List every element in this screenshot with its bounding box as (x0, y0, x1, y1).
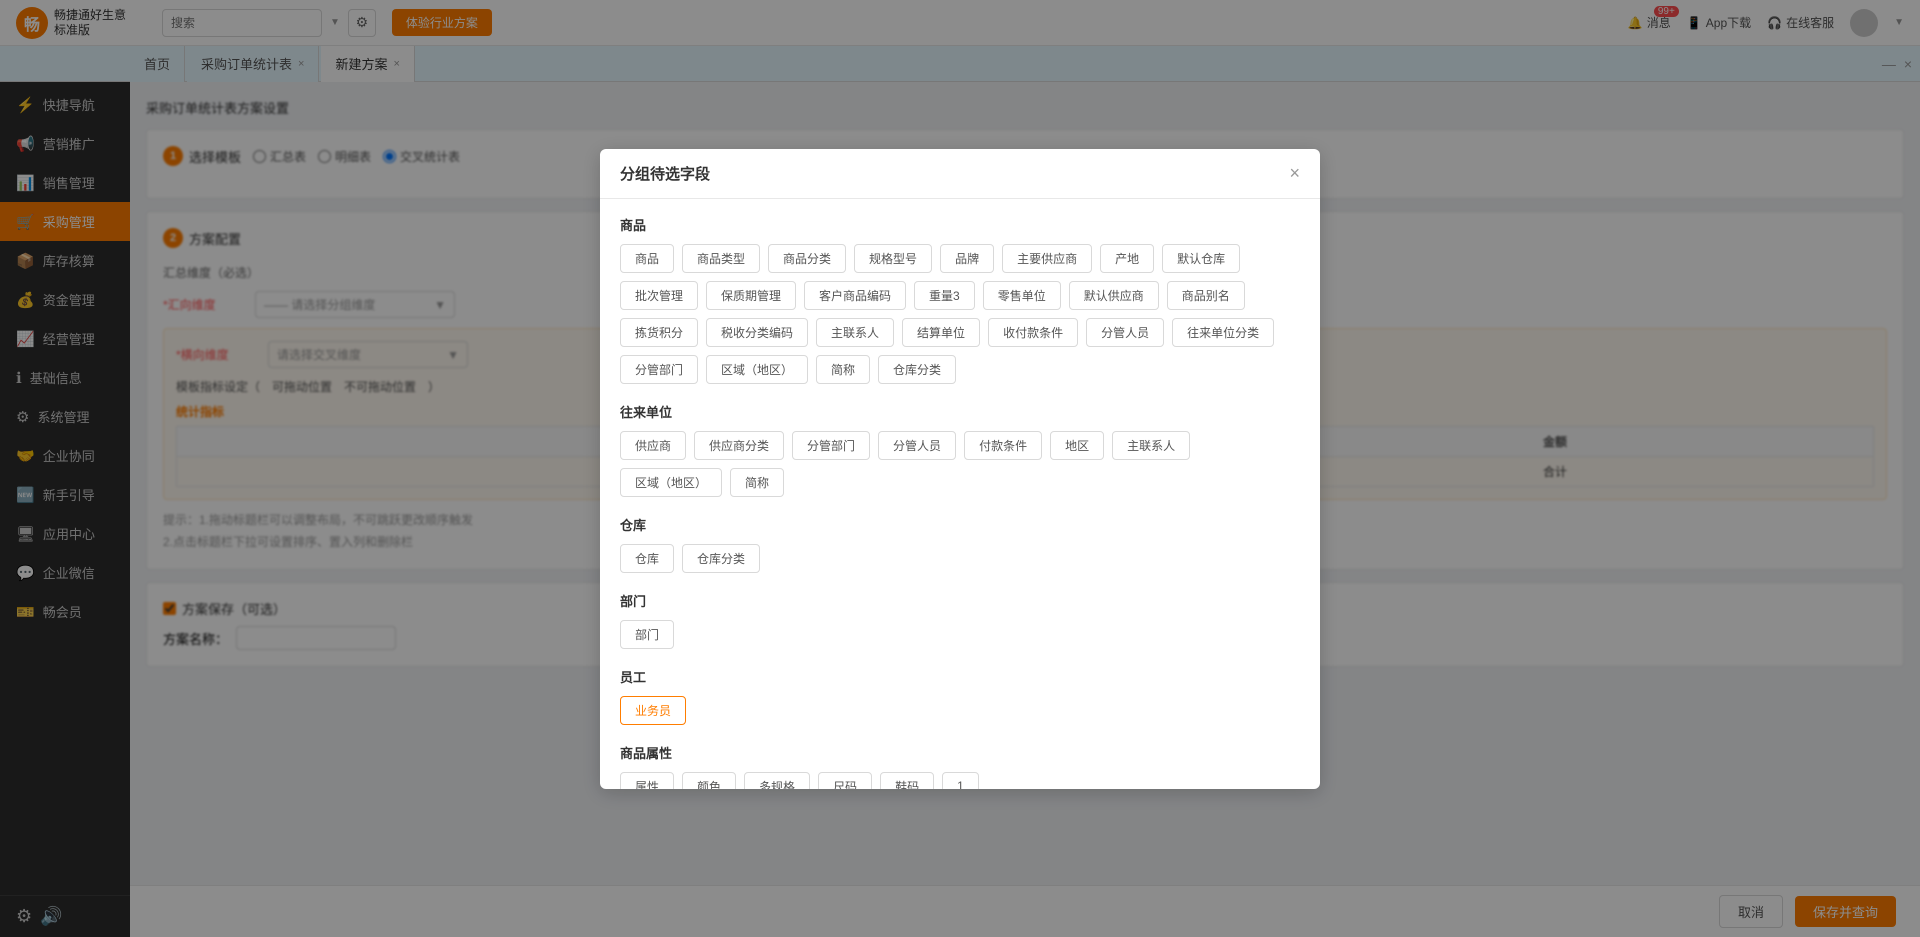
section-partner-grid: 供应商 供应商分类 分管部门 分管人员 付款条件 地区 主联系人 区域（地区） … (620, 431, 1300, 497)
field-tag-dept-mgmt[interactable]: 分管部门 (620, 355, 698, 384)
field-tag-main-supplier[interactable]: 主要供应商 (1002, 244, 1092, 273)
section-partner-title: 往来单位 (620, 402, 1300, 421)
field-tag-employee[interactable]: 业务员 (620, 696, 686, 725)
modal-close-button[interactable]: × (1289, 163, 1300, 184)
modal-overlay: 分组待选字段 × 商品 商品 商品类型 商品分类 规格型号 品牌 主要供应商 产… (0, 0, 1920, 937)
section-dept: 部门 部门 (620, 591, 1300, 649)
field-tag-main-contact-partner[interactable]: 主联系人 (1112, 431, 1190, 460)
section-warehouse-title: 仓库 (620, 515, 1300, 534)
field-tag-attr[interactable]: 属性 (620, 772, 674, 789)
section-product-grid: 商品 商品类型 商品分类 规格型号 品牌 主要供应商 产地 默认仓库 批次管理 … (620, 244, 1300, 384)
field-tag-warehouse-cat[interactable]: 仓库分类 (682, 544, 760, 573)
field-tag-dept[interactable]: 部门 (620, 620, 674, 649)
field-tag-attr-1[interactable]: 1 (942, 772, 979, 789)
section-warehouse: 仓库 仓库 仓库分类 (620, 515, 1300, 573)
section-partner: 往来单位 供应商 供应商分类 分管部门 分管人员 付款条件 地区 主联系人 区域… (620, 402, 1300, 497)
section-product-title: 商品 (620, 215, 1300, 234)
section-dept-title: 部门 (620, 591, 1300, 610)
field-tag-supplier-category[interactable]: 供应商分类 (694, 431, 784, 460)
field-tag-origin[interactable]: 产地 (1100, 244, 1154, 273)
field-tag-district[interactable]: 地区 (1050, 431, 1104, 460)
field-tag-size[interactable]: 尺码 (818, 772, 872, 789)
field-tag-region-partner[interactable]: 区域（地区） (620, 468, 722, 497)
field-tag-default-supplier[interactable]: 默认供应商 (1069, 281, 1159, 310)
section-product: 商品 商品 商品类型 商品分类 规格型号 品牌 主要供应商 产地 默认仓库 批次… (620, 215, 1300, 384)
field-tag-region[interactable]: 区域（地区） (706, 355, 808, 384)
field-tag-payment-terms[interactable]: 收付款条件 (988, 318, 1078, 347)
modal: 分组待选字段 × 商品 商品 商品类型 商品分类 规格型号 品牌 主要供应商 产… (600, 149, 1320, 789)
field-tag-multi-spec[interactable]: 多规格 (744, 772, 810, 789)
field-tag-product-alias[interactable]: 商品别名 (1167, 281, 1245, 310)
field-tag-payment-cond[interactable]: 付款条件 (964, 431, 1042, 460)
field-tag-spec-model[interactable]: 规格型号 (854, 244, 932, 273)
field-tag-warehouse[interactable]: 仓库 (620, 544, 674, 573)
field-tag-short-name[interactable]: 简称 (816, 355, 870, 384)
field-tag-settlement-unit[interactable]: 结算单位 (902, 318, 980, 347)
field-tag-dept-partner[interactable]: 分管部门 (792, 431, 870, 460)
field-tag-color[interactable]: 颜色 (682, 772, 736, 789)
field-tag-main-contact[interactable]: 主联系人 (816, 318, 894, 347)
field-tag-warehouse-category[interactable]: 仓库分类 (878, 355, 956, 384)
field-tag-supplier[interactable]: 供应商 (620, 431, 686, 460)
section-warehouse-grid: 仓库 仓库分类 (620, 544, 1300, 573)
field-tag-tax-code[interactable]: 税收分类编码 (706, 318, 808, 347)
modal-body: 商品 商品 商品类型 商品分类 规格型号 品牌 主要供应商 产地 默认仓库 批次… (600, 199, 1320, 789)
field-tag-default-warehouse[interactable]: 默认仓库 (1162, 244, 1240, 273)
section-product-attr-title: 商品属性 (620, 743, 1300, 762)
field-tag-product[interactable]: 商品 (620, 244, 674, 273)
modal-title: 分组待选字段 (620, 163, 710, 184)
field-tag-product-type[interactable]: 商品类型 (682, 244, 760, 273)
section-product-attr: 商品属性 属性 颜色 多规格 尺码 鞋码 1 (620, 743, 1300, 789)
field-tag-brand[interactable]: 品牌 (940, 244, 994, 273)
section-employee-grid: 业务员 (620, 696, 1300, 725)
field-tag-customer-code[interactable]: 客户商品编码 (804, 281, 906, 310)
section-dept-grid: 部门 (620, 620, 1300, 649)
field-tag-partner-category[interactable]: 往来单位分类 (1172, 318, 1274, 347)
section-employee: 员工 业务员 (620, 667, 1300, 725)
field-tag-manager-staff[interactable]: 分管人员 (1086, 318, 1164, 347)
field-tag-weight3[interactable]: 重量3 (914, 281, 975, 310)
modal-header: 分组待选字段 × (600, 149, 1320, 199)
section-employee-title: 员工 (620, 667, 1300, 686)
field-tag-staff-partner[interactable]: 分管人员 (878, 431, 956, 460)
field-tag-shelf-life[interactable]: 保质期管理 (706, 281, 796, 310)
section-product-attr-grid: 属性 颜色 多规格 尺码 鞋码 1 (620, 772, 1300, 789)
field-tag-product-category[interactable]: 商品分类 (768, 244, 846, 273)
field-tag-pick-points[interactable]: 拣货积分 (620, 318, 698, 347)
field-tag-short-name-partner[interactable]: 简称 (730, 468, 784, 497)
field-tag-shoe-size[interactable]: 鞋码 (880, 772, 934, 789)
field-tag-batch-mgmt[interactable]: 批次管理 (620, 281, 698, 310)
field-tag-retail-unit[interactable]: 零售单位 (983, 281, 1061, 310)
